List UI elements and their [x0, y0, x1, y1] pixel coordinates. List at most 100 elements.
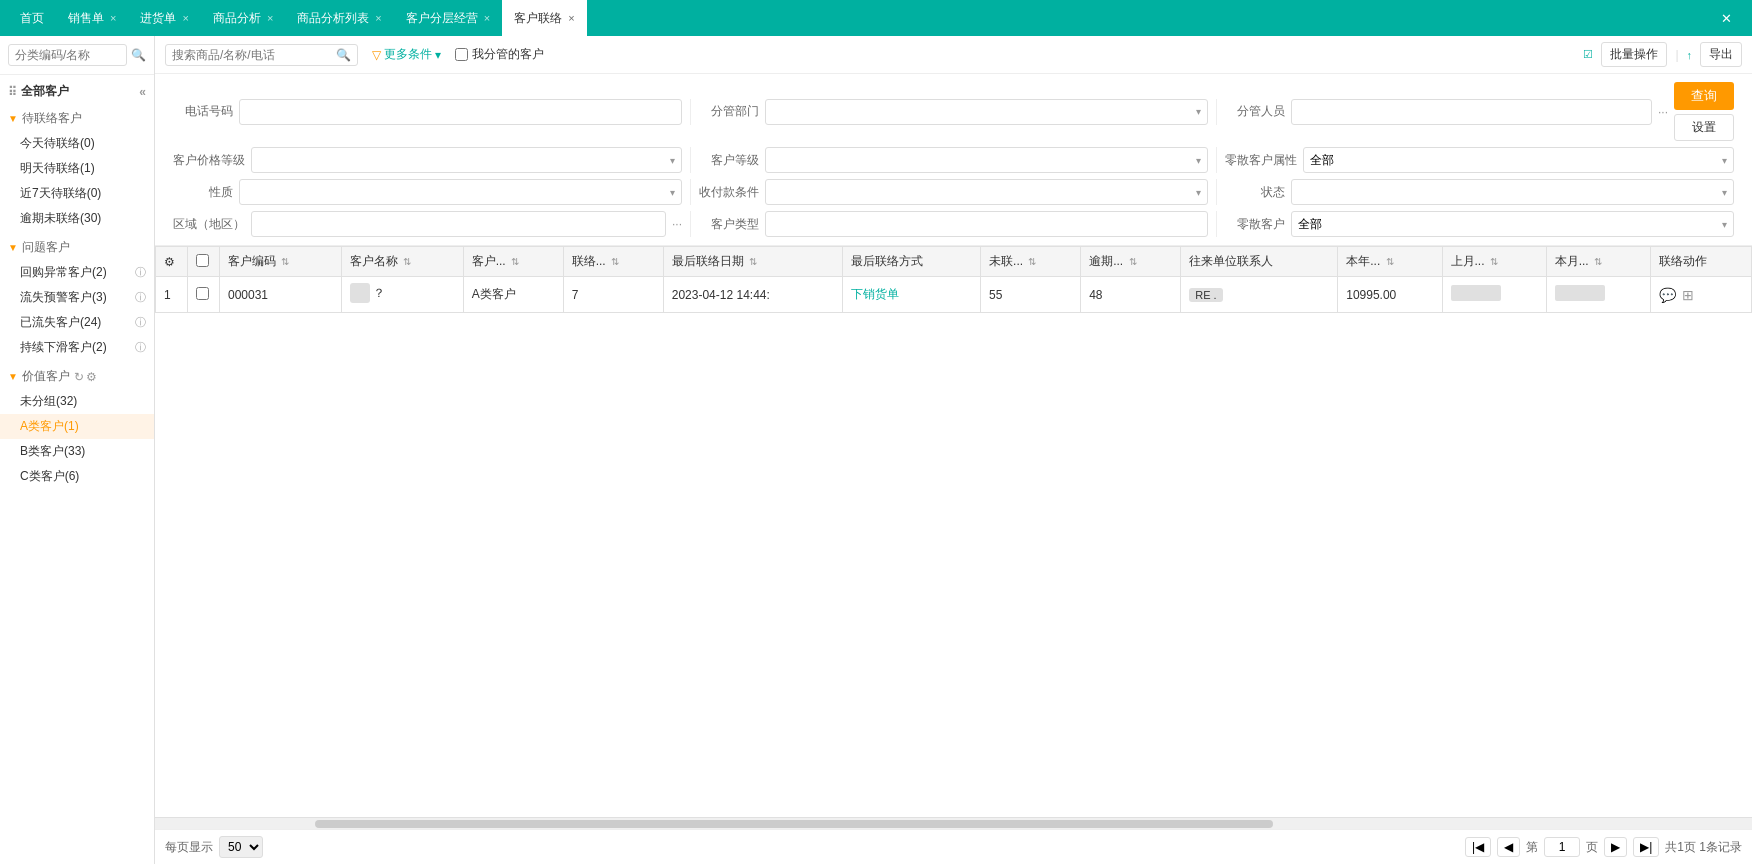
sort-icon[interactable]: ⇅ [281, 256, 289, 267]
sidebar-item-class-b[interactable]: B类客户(33) [0, 439, 154, 464]
scattered-select[interactable]: 全部 ▾ [1291, 211, 1734, 237]
tab-analysis-list[interactable]: 商品分析列表 × [285, 0, 393, 36]
search-icon[interactable]: 🔍 [336, 48, 351, 62]
sort-icon[interactable]: ⇅ [1594, 256, 1602, 267]
sidebar-search-input[interactable] [8, 44, 127, 66]
scrollbar-thumb[interactable] [315, 820, 1273, 828]
topbar-close-btn[interactable]: ✕ [1709, 0, 1744, 36]
filter-row-2: 客户价格等级 ▾ 客户等级 ▾ 零散客户属性 全部 [165, 147, 1742, 173]
th-no-contact: 未联... ⇅ [981, 247, 1081, 277]
dept-select[interactable]: ▾ [765, 99, 1208, 125]
tab-sales[interactable]: 销售单 × [56, 0, 128, 36]
prev-page-btn[interactable]: ◀ [1497, 837, 1520, 857]
last-method-link[interactable]: 下销货单 [851, 287, 899, 301]
search-icon[interactable]: 🔍 [131, 48, 146, 62]
payment-select[interactable]: ▾ [765, 179, 1208, 205]
close-icon[interactable]: × [484, 12, 490, 24]
sort-icon[interactable]: ⇅ [403, 256, 411, 267]
filter-status: 状态 ▾ [1217, 179, 1742, 205]
my-customer-checkbox[interactable]: 我分管的客户 [455, 46, 544, 63]
sort-icon[interactable]: ⇅ [1386, 256, 1394, 267]
page-size-area: 每页显示 50 [165, 836, 263, 858]
main-search-input[interactable] [172, 48, 332, 62]
data-table: ⚙ 客户编码 ⇅ 客户名称 ⇅ [155, 246, 1752, 313]
close-icon[interactable]: × [110, 12, 116, 24]
home-tab[interactable]: 首页 [8, 0, 56, 36]
qr-icon[interactable]: ⊞ [1682, 287, 1694, 303]
td-type: A类客户 [463, 277, 563, 313]
sort-icon[interactable]: ⇅ [749, 256, 757, 267]
my-customer-check[interactable] [455, 48, 468, 61]
arrow-icon: ▼ [8, 113, 18, 124]
query-btn[interactable]: 查询 [1674, 82, 1734, 110]
customer-level-select[interactable]: ▾ [765, 147, 1208, 173]
setting-btn[interactable]: 设置 [1674, 114, 1734, 141]
sort-icon[interactable]: ⇅ [511, 256, 519, 267]
td-last-date: 2023-04-12 14:44: [663, 277, 842, 313]
last-page-btn[interactable]: ▶| [1633, 837, 1659, 857]
price-level-select[interactable]: ▾ [251, 147, 682, 173]
sidebar-item-today[interactable]: 今天待联络(0) [0, 131, 154, 156]
sort-icon[interactable]: ⇅ [1129, 256, 1137, 267]
chevron-down-icon: ▾ [1196, 106, 1201, 117]
page-size-select[interactable]: 50 [219, 836, 263, 858]
more-filters-btn[interactable]: ▽ 更多条件 ▾ [366, 43, 447, 66]
first-page-btn[interactable]: |◀ [1465, 837, 1491, 857]
close-icon[interactable]: × [182, 12, 188, 24]
sidebar-item-tomorrow[interactable]: 明天待联络(1) [0, 156, 154, 181]
row-checkbox[interactable] [196, 287, 209, 300]
tab-analysis[interactable]: 商品分析 × [201, 0, 285, 36]
batch-operation-btn[interactable]: 批量操作 [1601, 42, 1667, 67]
all-customers-label[interactable]: 全部客户 [21, 83, 69, 100]
sidebar-item-declining[interactable]: 持续下滑客户(2) ⓘ [0, 335, 154, 360]
sidebar-item-class-a[interactable]: A类客户(1) [0, 414, 154, 439]
manager-input[interactable] [1291, 99, 1652, 125]
next-page-btn[interactable]: ▶ [1604, 837, 1627, 857]
horizontal-scrollbar[interactable] [155, 817, 1752, 829]
th-last-month: 上月... ⇅ [1442, 247, 1546, 277]
sort-icon[interactable]: ⇅ [611, 256, 619, 267]
sidebar-item-7days[interactable]: 近7天待联络(0) [0, 181, 154, 206]
page-number-input[interactable] [1544, 837, 1580, 857]
sidebar-item-class-c[interactable]: C类客户(6) [0, 464, 154, 489]
customer-type-input[interactable] [765, 211, 1208, 237]
filter-phone: 电话号码 [165, 99, 691, 125]
close-icon[interactable]: × [267, 12, 273, 24]
message-icon[interactable]: 💬 [1659, 287, 1676, 303]
sidebar-section-value: ▼ 价值客户 ↻ ⚙ 未分组(32) A类客户(1) B类客户(33) C类客户… [0, 362, 154, 491]
close-icon[interactable]: × [375, 12, 381, 24]
refresh-icon[interactable]: ↻ [74, 370, 84, 384]
phone-input[interactable] [239, 99, 682, 125]
dots-icon[interactable]: ··· [1658, 105, 1668, 119]
sidebar-item-unclassified[interactable]: 未分组(32) [0, 389, 154, 414]
sidebar-item-loss-warning[interactable]: 流失预警客户(3) ⓘ [0, 285, 154, 310]
tab-customer-segment[interactable]: 客户分层经营 × [394, 0, 502, 36]
collapse-icon[interactable]: « [139, 85, 146, 99]
sort-icon[interactable]: ⇅ [1028, 256, 1036, 267]
export-btn[interactable]: 导出 [1700, 42, 1742, 67]
sidebar-item-overdue[interactable]: 逾期未联络(30) [0, 206, 154, 231]
sidebar-item-repurchase-abnormal[interactable]: 回购异常客户(2) ⓘ [0, 260, 154, 285]
sidebar-item-lost[interactable]: 已流失客户(24) ⓘ [0, 310, 154, 335]
status-select[interactable]: ▾ [1291, 179, 1734, 205]
region-input[interactable] [251, 211, 666, 237]
pagination: |◀ ◀ 第 页 ▶ ▶| 共1页 1条记录 [1465, 837, 1742, 857]
select-all-checkbox[interactable] [196, 254, 209, 267]
close-icon[interactable]: × [568, 12, 574, 24]
chevron-down-icon: ▾ [1196, 187, 1201, 198]
content-area: 🔍 ▽ 更多条件 ▾ 我分管的客户 ☑ 批量操作 | ↑ 导出 [155, 36, 1752, 864]
tab-customer-contact[interactable]: 客户联络 × [502, 0, 586, 36]
sort-icon[interactable]: ⇅ [1490, 256, 1498, 267]
dots-icon[interactable]: ··· [672, 217, 682, 231]
section-title-problem[interactable]: ▼ 问题客户 [0, 235, 154, 260]
scattered-attr-select[interactable]: 全部 ▾ [1303, 147, 1734, 173]
section-title-value[interactable]: ▼ 价值客户 ↻ ⚙ [0, 364, 154, 389]
nature-select[interactable]: ▾ [239, 179, 682, 205]
section-title-pending[interactable]: ▼ 待联络客户 [0, 106, 154, 131]
tab-purchase[interactable]: 进货单 × [128, 0, 200, 36]
settings-icon[interactable]: ⚙ [86, 370, 97, 384]
sidebar: 🔍 ⠿ 全部客户 « ▼ 待联络客户 今天待联络(0) 明天待联络(1) 近7天… [0, 36, 155, 864]
query-btns: 查询 设置 [1674, 82, 1734, 141]
filter-nature: 性质 ▾ [165, 179, 691, 205]
gear-icon[interactable]: ⚙ [164, 255, 175, 269]
